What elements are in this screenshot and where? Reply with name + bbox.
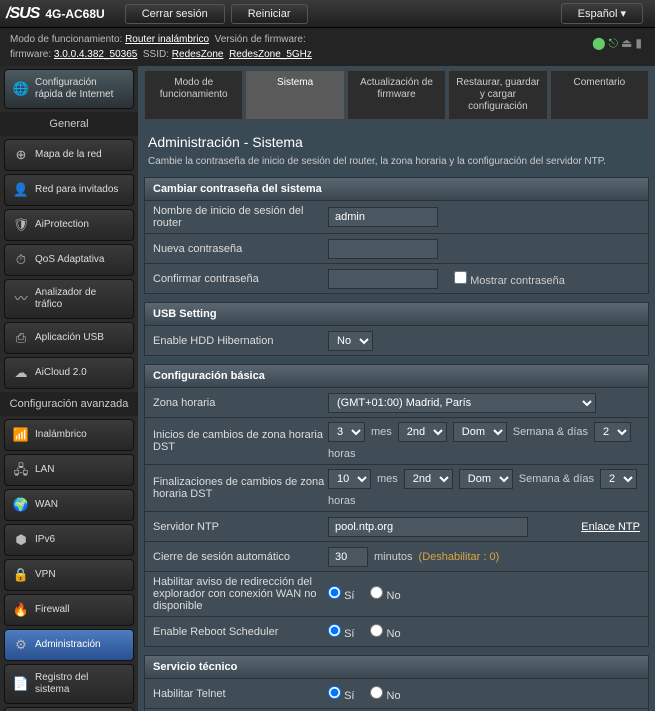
wan-warn-no[interactable] xyxy=(370,586,383,599)
page-desc: Cambie la contraseña de inicio de sesión… xyxy=(144,156,649,177)
ntp-input[interactable] xyxy=(328,517,528,537)
tab-restore[interactable]: Restaurar, guardar y cargar configuració… xyxy=(448,70,547,120)
sidebar-ipv6[interactable]: ⬢IPv6 xyxy=(4,524,134,556)
sidebar-aicloud[interactable]: ☁AiCloud 2.0 xyxy=(4,357,134,389)
wifi-icon: 📶 xyxy=(13,427,29,443)
autologout-input[interactable] xyxy=(328,547,368,567)
ssid-24[interactable]: RedesZone xyxy=(172,49,224,60)
ssid-5[interactable]: RedesZone_5GHz xyxy=(229,49,312,60)
log-icon: 📄 xyxy=(13,676,29,692)
autologout-label: Cierre de sesión automático xyxy=(153,551,328,563)
usb-icon: ⏏ xyxy=(621,36,635,50)
ntp-link[interactable]: Enlace NTP xyxy=(581,521,640,533)
tab-firmware[interactable]: Actualización de firmware xyxy=(347,70,446,120)
sidebar-lan[interactable]: 🖧LAN xyxy=(4,454,134,486)
telnet-label: Habilitar Telnet xyxy=(153,688,328,700)
reboot-no[interactable] xyxy=(370,624,383,637)
wan-warn-label: Habilitar aviso de redirección del explo… xyxy=(153,576,328,612)
dst1-hour[interactable]: 2 xyxy=(594,422,631,442)
model-name: 4G-AC68U xyxy=(45,7,104,21)
shield-icon: 🛡 xyxy=(13,217,29,233)
cloud-icon: ☁ xyxy=(13,365,29,381)
section-service: Servicio técnico xyxy=(144,655,649,679)
wan-warn-yes[interactable] xyxy=(328,586,341,599)
info-bar: Modo de funcionamiento: Router inalámbri… xyxy=(0,28,655,66)
sidebar-admin[interactable]: ⚙Administración xyxy=(4,629,134,661)
page-title: Administración - Sistema xyxy=(144,124,649,156)
hdd-hib-select[interactable]: No xyxy=(328,331,373,351)
fire-icon: 🔥 xyxy=(13,602,29,618)
dst-end-label: Finalizaciones de cambios de zona horari… xyxy=(153,476,328,500)
wave-icon: 〰 xyxy=(13,291,29,307)
ipv6-icon: ⬢ xyxy=(13,532,29,548)
sidebar-vpn[interactable]: 🔒VPN xyxy=(4,559,134,591)
language-select[interactable]: Español ▾ xyxy=(561,3,643,24)
dst2-week[interactable]: 2nd xyxy=(404,469,453,489)
sidebar-network-map[interactable]: ⊕Mapa de la red xyxy=(4,139,134,171)
tz-label: Zona horaria xyxy=(153,397,328,409)
speed-icon: ⏱ xyxy=(13,252,29,268)
login-name-label: Nombre de inicio de sesión del router xyxy=(153,205,328,229)
sidebar-usb[interactable]: ⎙Aplicación USB xyxy=(4,322,134,354)
logout-button[interactable]: Cerrar sesión xyxy=(125,4,225,24)
tab-opmode[interactable]: Modo de funcionamiento xyxy=(144,70,243,120)
show-pass-checkbox[interactable] xyxy=(454,271,467,284)
wifi-icon: ⎋ xyxy=(609,36,622,50)
sidebar: 🌐Configuración rápida de Internet Genera… xyxy=(0,66,138,711)
globe-icon: 🌐 xyxy=(13,81,29,97)
firmware-link[interactable]: 3.0.0.4.382_50365 xyxy=(54,49,137,60)
section-password: Cambiar contraseña del sistema xyxy=(144,177,649,201)
dst1-week[interactable]: 2nd xyxy=(398,422,447,442)
main-content: Modo de funcionamiento Sistema Actualiza… xyxy=(138,66,655,711)
general-header: General xyxy=(0,112,138,136)
sidebar-syslog[interactable]: 📄Registro del sistema xyxy=(4,664,134,704)
opmode-link[interactable]: Router inalámbrico xyxy=(125,34,209,45)
section-basic: Configuración básica xyxy=(144,364,649,388)
sidebar-guest[interactable]: 👤Red para invitados xyxy=(4,174,134,206)
wan-icon: 🌍 xyxy=(13,497,29,513)
section-usb: USB Setting xyxy=(144,302,649,326)
advanced-header: Configuración avanzada xyxy=(0,392,138,416)
sidebar-qos[interactable]: ⏱QoS Adaptativa xyxy=(4,244,134,276)
sidebar-wireless[interactable]: 📶Inalámbrico xyxy=(4,419,134,451)
map-icon: ⊕ xyxy=(13,147,29,163)
usb-icon: ⎙ xyxy=(13,330,29,346)
brand-logo: /SUS xyxy=(6,5,39,23)
status-icons: ⬤⎋⏏▮ xyxy=(592,34,645,52)
reboot-button[interactable]: Reiniciar xyxy=(231,4,308,24)
dst2-day[interactable]: Dom xyxy=(459,469,513,489)
telnet-yes[interactable] xyxy=(328,686,341,699)
signal-icon: ▮ xyxy=(635,36,645,50)
telnet-no[interactable] xyxy=(370,686,383,699)
tab-feedback[interactable]: Comentario xyxy=(550,70,649,120)
hdd-hib-label: Enable HDD Hibernation xyxy=(153,335,328,347)
guest-icon: 👤 xyxy=(13,182,29,198)
reboot-yes[interactable] xyxy=(328,624,341,637)
login-name-input[interactable] xyxy=(328,207,438,227)
new-pass-label: Nueva contraseña xyxy=(153,243,328,255)
ntp-label: Servidor NTP xyxy=(153,521,328,533)
dst-start-label: Inicios de cambios de zona horaria DST xyxy=(153,429,328,453)
confirm-pass-input[interactable] xyxy=(328,269,438,289)
confirm-pass-label: Confirmar contraseña xyxy=(153,273,328,285)
tz-select[interactable]: (GMT+01:00) Madrid, París xyxy=(328,393,596,413)
tab-system[interactable]: Sistema xyxy=(245,70,344,120)
sidebar-aiprotection[interactable]: 🛡AiProtection xyxy=(4,209,134,241)
vpn-icon: 🔒 xyxy=(13,567,29,583)
dst1-month[interactable]: 3 xyxy=(328,422,365,442)
link-icon: ⬤ xyxy=(592,36,608,50)
sidebar-firewall[interactable]: 🔥Firewall xyxy=(4,594,134,626)
reboot-sched-label: Enable Reboot Scheduler xyxy=(153,626,328,638)
sidebar-wan[interactable]: 🌍WAN xyxy=(4,489,134,521)
dst2-month[interactable]: 10 xyxy=(328,469,371,489)
sidebar-traffic[interactable]: 〰Analizador de tráfico xyxy=(4,279,134,319)
dst1-day[interactable]: Dom xyxy=(453,422,507,442)
quick-setup-button[interactable]: 🌐Configuración rápida de Internet xyxy=(4,69,134,109)
gear-icon: ⚙ xyxy=(13,637,29,653)
sidebar-nettools[interactable]: 🛠Herramientas de red xyxy=(4,707,134,711)
lan-icon: 🖧 xyxy=(13,462,29,478)
dst2-hour[interactable]: 2 xyxy=(600,469,637,489)
new-pass-input[interactable] xyxy=(328,239,438,259)
